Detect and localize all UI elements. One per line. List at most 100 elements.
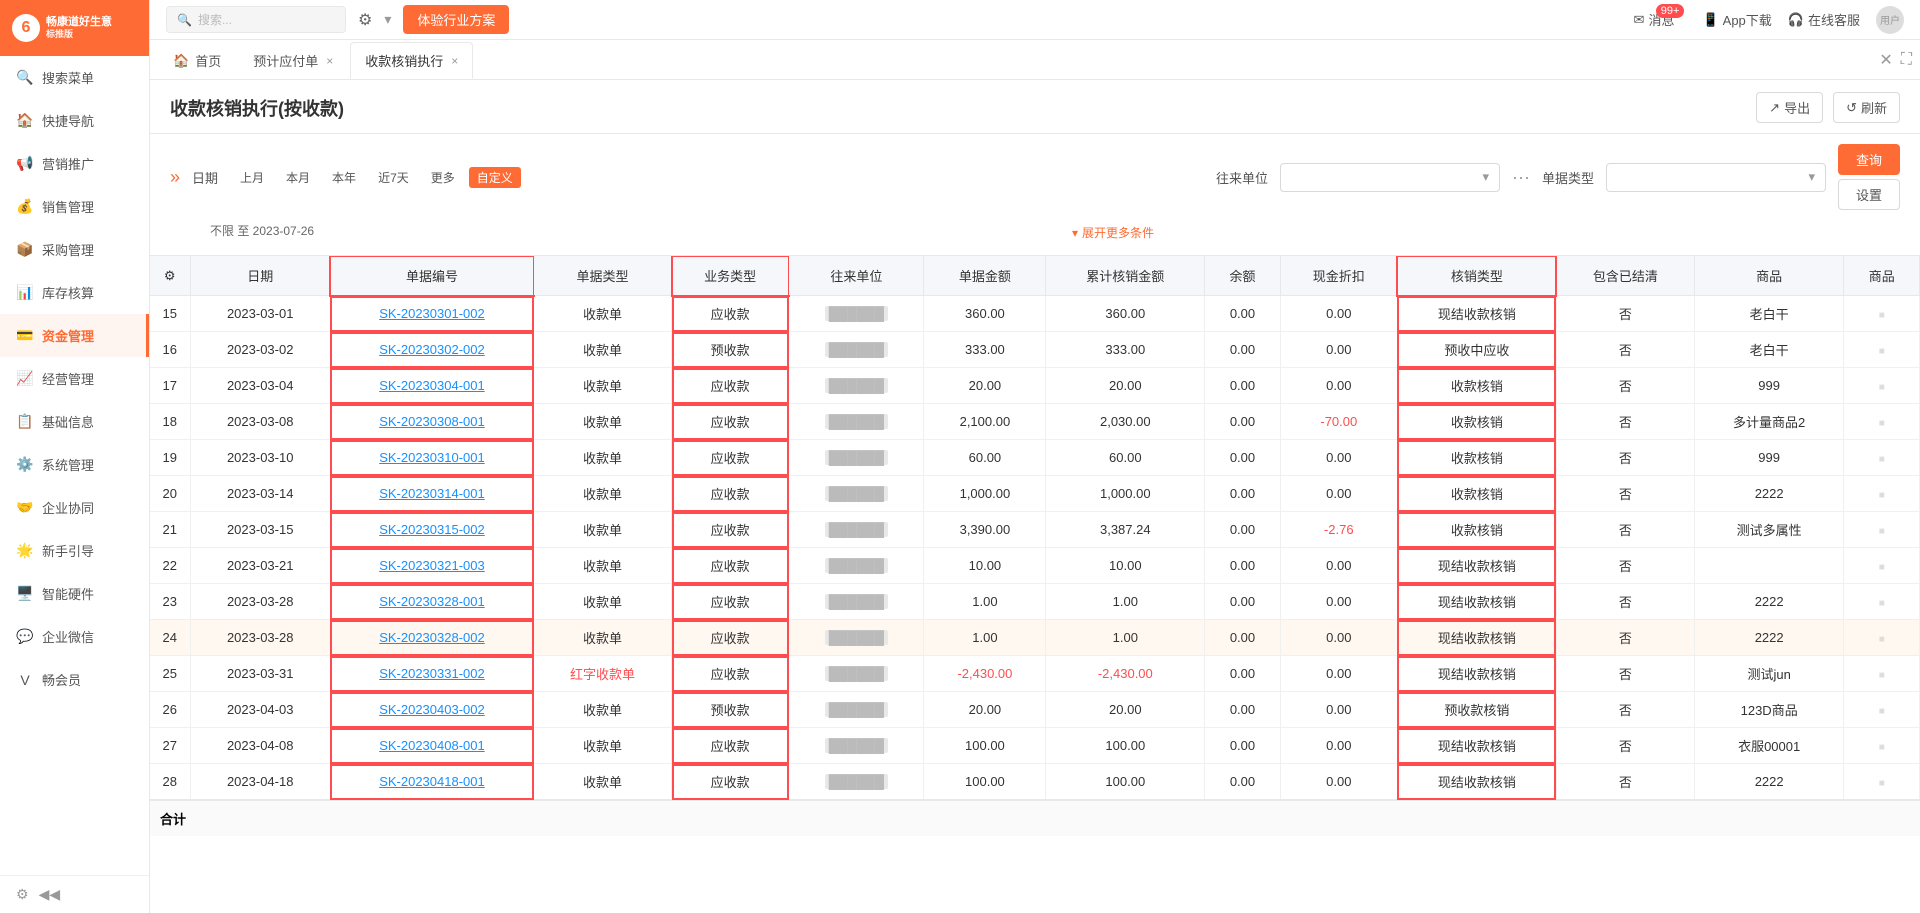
collapse-icon[interactable]: ◀◀ <box>39 886 61 903</box>
doc-no-link[interactable]: SK-20230321-003 <box>379 558 485 573</box>
sidebar-item-finance[interactable]: 💳 资金管理 <box>0 314 149 357</box>
counterparty-input[interactable]: ▾ <box>1280 163 1500 192</box>
sidebar-item-member[interactable]: V 畅会员 <box>0 658 149 701</box>
sidebar-item-system[interactable]: ⚙️ 系统管理 <box>0 443 149 486</box>
th-verify-type[interactable]: 核销类型 <box>1397 256 1556 296</box>
table-area: ⚙ 日期 单据编号 单据类型 业务类型 往来单位 单据金额 累计核销金额 余额 … <box>150 256 1920 913</box>
footer-include-settled <box>1556 800 1694 836</box>
td-doc-type: 收款单 <box>534 692 672 728</box>
sidebar-item-sales[interactable]: 💰 销售管理 <box>0 185 149 228</box>
filter-more[interactable]: 更多 <box>423 166 463 189</box>
table-row[interactable]: 24 2023-03-28 SK-20230328-002 收款单 应收款 ██… <box>150 620 1920 656</box>
doc-no-link[interactable]: SK-20230301-002 <box>379 306 485 321</box>
sidebar-item-quicknav[interactable]: 🏠 快捷导航 <box>0 99 149 142</box>
filter-this-year[interactable]: 本年 <box>324 166 364 189</box>
doc-no-link[interactable]: SK-20230302-002 <box>379 342 485 357</box>
sidebar-item-purchase[interactable]: 📦 采购管理 <box>0 228 149 271</box>
table-row[interactable]: 27 2023-04-08 SK-20230408-001 收款单 应收款 ██… <box>150 728 1920 764</box>
doc-no-link[interactable]: SK-20230310-001 <box>379 450 485 465</box>
doc-no-link[interactable]: SK-20230304-001 <box>379 378 485 393</box>
th-amount[interactable]: 单据金额 <box>924 256 1046 296</box>
th-biz-type[interactable]: 业务类型 <box>672 256 789 296</box>
tab-collection-verify[interactable]: 收款核销执行 × <box>350 42 473 79</box>
filter-settings-button[interactable]: 设置 <box>1838 179 1900 210</box>
topbar-settings-icon[interactable]: ⚙ <box>358 10 372 30</box>
table-row[interactable]: 23 2023-03-28 SK-20230328-001 收款单 应收款 ██… <box>150 584 1920 620</box>
sidebar-item-guide[interactable]: 🌟 新手引导 <box>0 529 149 572</box>
th-doc-no[interactable]: 单据编号 <box>330 256 533 296</box>
doc-no-link[interactable]: SK-20230403-002 <box>379 702 485 717</box>
th-discount[interactable]: 现金折扣 <box>1280 256 1397 296</box>
sidebar-item-inventory[interactable]: 📊 库存核算 <box>0 271 149 314</box>
th-cumulative[interactable]: 累计核销金额 <box>1046 256 1205 296</box>
table-row[interactable]: 17 2023-03-04 SK-20230304-001 收款单 应收款 ██… <box>150 368 1920 404</box>
table-row[interactable]: 26 2023-04-03 SK-20230403-002 收款单 预收款 ██… <box>150 692 1920 728</box>
td-biz-type: 应收款 <box>672 404 789 440</box>
filter-more-icon[interactable]: ··· <box>1512 167 1530 188</box>
topbar-chevron-icon[interactable]: ▾ <box>384 11 391 28</box>
topbar-search[interactable]: 🔍 搜索... <box>166 6 346 33</box>
sidebar-item-search[interactable]: 🔍 搜索菜单 <box>0 56 149 99</box>
user-avatar[interactable]: 用户 <box>1876 6 1904 34</box>
td-counterparty: ██████ <box>789 332 924 368</box>
sidebar-item-hardware[interactable]: 🖥️ 智能硬件 <box>0 572 149 615</box>
table-row[interactable]: 20 2023-03-14 SK-20230314-001 收款单 应收款 ██… <box>150 476 1920 512</box>
filter-this-month[interactable]: 本月 <box>278 166 318 189</box>
doc-no-link[interactable]: SK-20230418-001 <box>379 774 485 789</box>
tab-home[interactable]: 🏠 首页 <box>158 42 236 79</box>
tab-prepayment[interactable]: 预计应付单 × <box>238 42 348 79</box>
tab-close-all-icon[interactable]: ✕ <box>1879 50 1892 70</box>
sidebar-item-wechat[interactable]: 💬 企业微信 <box>0 615 149 658</box>
th-doc-type[interactable]: 单据类型 <box>534 256 672 296</box>
industry-solution-button[interactable]: 体验行业方案 <box>403 5 509 34</box>
th-counterparty[interactable]: 往来单位 <box>789 256 924 296</box>
expand-more-conditions[interactable]: ▾ 展开更多条件 <box>1068 220 1158 245</box>
doc-no-link[interactable]: SK-20230328-002 <box>379 630 485 645</box>
online-service-button[interactable]: 🎧 在线客服 <box>1788 10 1860 29</box>
td-verify-type: 现结收款核销 <box>1397 584 1556 620</box>
doc-no-link[interactable]: SK-20230314-001 <box>379 486 485 501</box>
table-row[interactable]: 21 2023-03-15 SK-20230315-002 收款单 应收款 ██… <box>150 512 1920 548</box>
filter-custom-label[interactable]: 自定义 <box>469 167 521 188</box>
td-doc-no: SK-20230308-001 <box>330 404 533 440</box>
doc-no-link[interactable]: SK-20230308-001 <box>379 414 485 429</box>
td-product: 123D商品 <box>1694 692 1844 728</box>
table-row[interactable]: 18 2023-03-08 SK-20230308-001 收款单 应收款 ██… <box>150 404 1920 440</box>
sidebar-item-marketing[interactable]: 📢 营销推广 <box>0 142 149 185</box>
settings-icon[interactable]: ⚙ <box>16 886 29 903</box>
query-button[interactable]: 查询 <box>1838 144 1900 175</box>
doc-no-link[interactable]: SK-20230328-001 <box>379 594 485 609</box>
th-date[interactable]: 日期 <box>190 256 330 296</box>
table-row[interactable]: 16 2023-03-02 SK-20230302-002 收款单 预收款 ██… <box>150 332 1920 368</box>
sidebar-item-enterprise[interactable]: 🤝 企业协同 <box>0 486 149 529</box>
table-row[interactable]: 19 2023-03-10 SK-20230310-001 收款单 应收款 ██… <box>150 440 1920 476</box>
table-row[interactable]: 25 2023-03-31 SK-20230331-002 红字收款单 应收款 … <box>150 656 1920 692</box>
filter-last-month[interactable]: 上月 <box>232 166 272 189</box>
table-row[interactable]: 15 2023-03-01 SK-20230301-002 收款单 应收款 ██… <box>150 296 1920 332</box>
messages-button[interactable]: ✉ 消息 99+ <box>1634 10 1675 29</box>
sidebar-item-operations[interactable]: 📈 经营管理 <box>0 357 149 400</box>
sidebar-item-basics[interactable]: 📋 基础信息 <box>0 400 149 443</box>
th-include-settled[interactable]: 包含已结清 <box>1556 256 1694 296</box>
filter-expand-icon[interactable]: » <box>170 167 180 188</box>
th-settings[interactable]: ⚙ <box>150 256 190 296</box>
export-button[interactable]: ↗ 导出 <box>1756 92 1823 123</box>
table-row[interactable]: 28 2023-04-18 SK-20230418-001 收款单 应收款 ██… <box>150 764 1920 801</box>
doc-no-link[interactable]: SK-20230315-002 <box>379 522 485 537</box>
receipt-type-select[interactable]: ▾ <box>1606 163 1826 192</box>
table-row[interactable]: 22 2023-03-21 SK-20230321-003 收款单 应收款 ██… <box>150 548 1920 584</box>
refresh-button[interactable]: ↺ 刷新 <box>1833 92 1900 123</box>
tab-prepayment-close-icon[interactable]: × <box>326 54 333 68</box>
tab-expand-icon[interactable]: ⛶ <box>1901 51 1912 69</box>
app-download-button[interactable]: 📱 App下载 <box>1702 10 1771 29</box>
td-product2: ■ <box>1844 296 1920 332</box>
th-balance[interactable]: 余额 <box>1205 256 1280 296</box>
tab-collection-close-icon[interactable]: × <box>451 54 458 68</box>
th-product[interactable]: 商品 <box>1694 256 1844 296</box>
th-product2[interactable]: 商品 <box>1844 256 1920 296</box>
doc-no-link[interactable]: SK-20230331-002 <box>379 666 485 681</box>
filter-7days[interactable]: 近7天 <box>370 166 417 189</box>
td-doc-type: 收款单 <box>534 476 672 512</box>
td-counterparty: ██████ <box>789 620 924 656</box>
doc-no-link[interactable]: SK-20230408-001 <box>379 738 485 753</box>
